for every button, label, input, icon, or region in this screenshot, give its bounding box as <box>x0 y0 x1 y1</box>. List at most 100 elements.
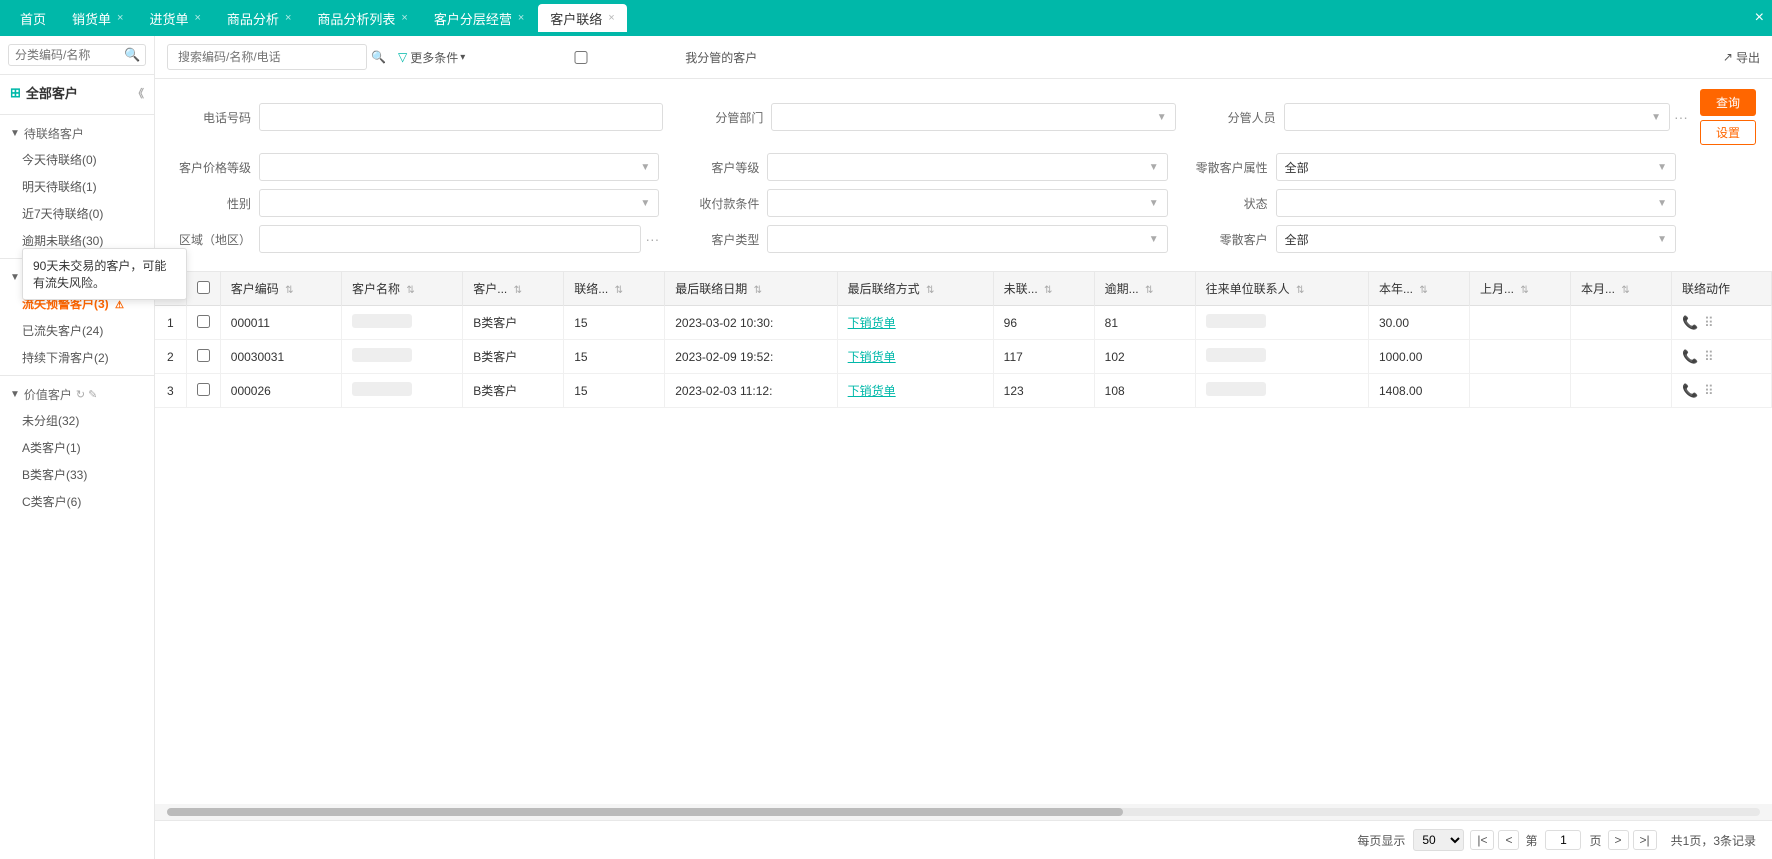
tooltip-problem-customers: 90天未交易的客户，可能有流失风险。 <box>22 248 155 300</box>
sort-icon-this-month[interactable]: ⇅ <box>1621 285 1629 296</box>
tab-analysis-close[interactable]: × <box>285 12 291 24</box>
region-select[interactable] <box>259 225 641 253</box>
tab-sales[interactable]: 销货单 × <box>60 4 135 32</box>
status-select[interactable]: ▼ <box>1276 189 1676 217</box>
gender-select[interactable]: ▼ <box>259 189 659 217</box>
table-row: 3000026B类客户152023-02-03 11:12:下销货单123108… <box>155 374 1772 408</box>
sort-icon-last-date[interactable]: ⇅ <box>754 285 762 296</box>
page-number-input[interactable] <box>1545 830 1581 850</box>
sidebar-item-today[interactable]: 今天待联络(0) <box>0 146 154 173</box>
manager-label: 分管人员 <box>1196 109 1276 126</box>
row-last-method[interactable]: 下销货单 <box>837 306 993 340</box>
filter-btn[interactable]: ▽ 更多条件 ▾ <box>398 49 465 66</box>
phone-input[interactable] <box>259 103 663 131</box>
row-checkbox[interactable] <box>197 315 210 328</box>
tab-analysis-list[interactable]: 商品分析列表 × <box>305 4 419 32</box>
contact-icon[interactable]: 📞 <box>1682 349 1698 365</box>
row-uncontacted: 123 <box>993 374 1094 408</box>
region-more-btn[interactable]: ··· <box>645 231 659 247</box>
more-action-icon[interactable]: ⠿ <box>1704 315 1714 331</box>
filter-dropdown-arrow: ▾ <box>460 52 465 63</box>
row-checkbox[interactable] <box>197 349 210 362</box>
query-button[interactable]: 查询 <box>1700 89 1756 116</box>
tab-analysis-list-close[interactable]: × <box>401 12 407 24</box>
row-year-amount: 1000.00 <box>1369 340 1470 374</box>
last-method-link[interactable]: 下销货单 <box>848 316 896 330</box>
price-level-select[interactable]: ▼ <box>259 153 659 181</box>
tab-home[interactable]: 首页 <box>8 4 58 32</box>
horizontal-scrollbar[interactable] <box>167 808 1760 816</box>
group-pending-contact[interactable]: ▼ 待联络客户 <box>0 119 154 146</box>
close-all-tabs[interactable]: × <box>1755 9 1764 27</box>
more-action-icon[interactable]: ⠿ <box>1704 383 1714 399</box>
search-button[interactable]: 🔍 <box>371 50 386 64</box>
page-last-btn[interactable]: >| <box>1633 830 1657 850</box>
edit-icon[interactable]: ✎ <box>88 388 97 401</box>
row-last-method[interactable]: 下销货单 <box>837 374 993 408</box>
row-overdue: 108 <box>1094 374 1195 408</box>
sort-icon-type[interactable]: ⇅ <box>514 285 522 296</box>
manager-more-btn[interactable]: ··· <box>1674 109 1688 125</box>
manager-select[interactable]: ▼ <box>1284 103 1670 131</box>
page-first-btn[interactable]: |< <box>1470 830 1494 850</box>
refresh-icon[interactable]: ↻ <box>76 388 85 401</box>
tab-purchase[interactable]: 进货单 × <box>137 4 212 32</box>
sort-icon-name[interactable]: ⇅ <box>406 285 414 296</box>
sidebar-item-b-class[interactable]: B类客户(33) <box>0 461 154 488</box>
all-customers-header[interactable]: ⊞ 全部客户 《 <box>0 75 154 110</box>
retail-select[interactable]: 全部 ▼ <box>1276 225 1676 253</box>
dept-select[interactable]: ▼ <box>771 103 1175 131</box>
sidebar-item-c-class[interactable]: C类客户(6) <box>0 488 154 515</box>
sort-icon-overdue[interactable]: ⇅ <box>1145 285 1153 296</box>
sort-icon-last-month[interactable]: ⇅ <box>1520 285 1528 296</box>
setting-button[interactable]: 设置 <box>1700 120 1756 145</box>
tab-customer-tier-close[interactable]: × <box>518 12 524 24</box>
contact-icon[interactable]: 📞 <box>1682 383 1698 399</box>
group-value-customers[interactable]: ▼ 价值客户 ↻ ✎ <box>0 380 154 407</box>
tab-customer-link[interactable]: 客户联络 × <box>538 4 626 32</box>
customer-level-select[interactable]: ▼ <box>767 153 1167 181</box>
filter-dept: 分管部门 ▼ <box>683 103 1175 131</box>
sort-icon-contacts[interactable]: ⇅ <box>1296 285 1304 296</box>
payment-label: 收付款条件 <box>679 195 759 212</box>
customer-level-label: 客户等级 <box>679 159 759 176</box>
sidebar-item-ungroup[interactable]: 未分组(32) <box>0 407 154 434</box>
sort-icon-contact[interactable]: ⇅ <box>615 285 623 296</box>
tab-customer-link-close[interactable]: × <box>608 12 614 24</box>
contact-icon[interactable]: 📞 <box>1682 315 1698 331</box>
my-customer-checkbox[interactable] <box>481 51 681 64</box>
sidebar-item-churned[interactable]: 已流失客户(24) <box>0 317 154 344</box>
row-contact-person <box>1195 306 1368 340</box>
sort-icon-code[interactable]: ⇅ <box>285 285 293 296</box>
sort-icon-last-method[interactable]: ⇅ <box>926 285 934 296</box>
select-all-checkbox[interactable] <box>197 281 210 294</box>
price-level-label: 客户价格等级 <box>171 159 251 176</box>
export-button[interactable]: ↗ 导出 <box>1723 49 1760 66</box>
page-next-btn[interactable]: > <box>1608 830 1629 850</box>
row-checkbox-cell <box>186 340 220 374</box>
sidebar-item-declining[interactable]: 持续下滑客户(2) <box>0 344 154 371</box>
retail-attr-select[interactable]: 全部 ▼ <box>1276 153 1676 181</box>
tab-sales-close[interactable]: × <box>117 12 123 24</box>
last-method-link[interactable]: 下销货单 <box>848 384 896 398</box>
page-prev-btn[interactable]: < <box>1498 830 1519 850</box>
sidebar-item-a-class[interactable]: A类客户(1) <box>0 434 154 461</box>
sidebar-item-tomorrow[interactable]: 明天待联络(1) <box>0 173 154 200</box>
more-action-icon[interactable]: ⠿ <box>1704 349 1714 365</box>
last-method-link[interactable]: 下销货单 <box>848 350 896 364</box>
search-input[interactable] <box>167 44 367 70</box>
payment-select[interactable]: ▼ <box>767 189 1167 217</box>
tab-analysis[interactable]: 商品分析 × <box>215 4 303 32</box>
tab-purchase-close[interactable]: × <box>194 12 200 24</box>
per-page-select[interactable]: 50 100 200 <box>1413 829 1464 851</box>
row-checkbox[interactable] <box>197 383 210 396</box>
sort-icon-uncontacted[interactable]: ⇅ <box>1044 285 1052 296</box>
row-year-amount: 1408.00 <box>1369 374 1470 408</box>
customer-type-select[interactable]: ▼ <box>767 225 1167 253</box>
main-layout: 🔍 ⊞ 全部客户 《 ▼ 待联络客户 今天待联络(0) 明天待联络(1) 近7天… <box>0 36 1772 859</box>
filter-row-3: 性别 ▼ 收付款条件 ▼ 状态 <box>171 189 1756 217</box>
row-last-method[interactable]: 下销货单 <box>837 340 993 374</box>
sort-icon-year[interactable]: ⇅ <box>1419 285 1427 296</box>
sidebar-item-7days[interactable]: 近7天待联络(0) <box>0 200 154 227</box>
tab-customer-tier[interactable]: 客户分层经营 × <box>422 4 536 32</box>
